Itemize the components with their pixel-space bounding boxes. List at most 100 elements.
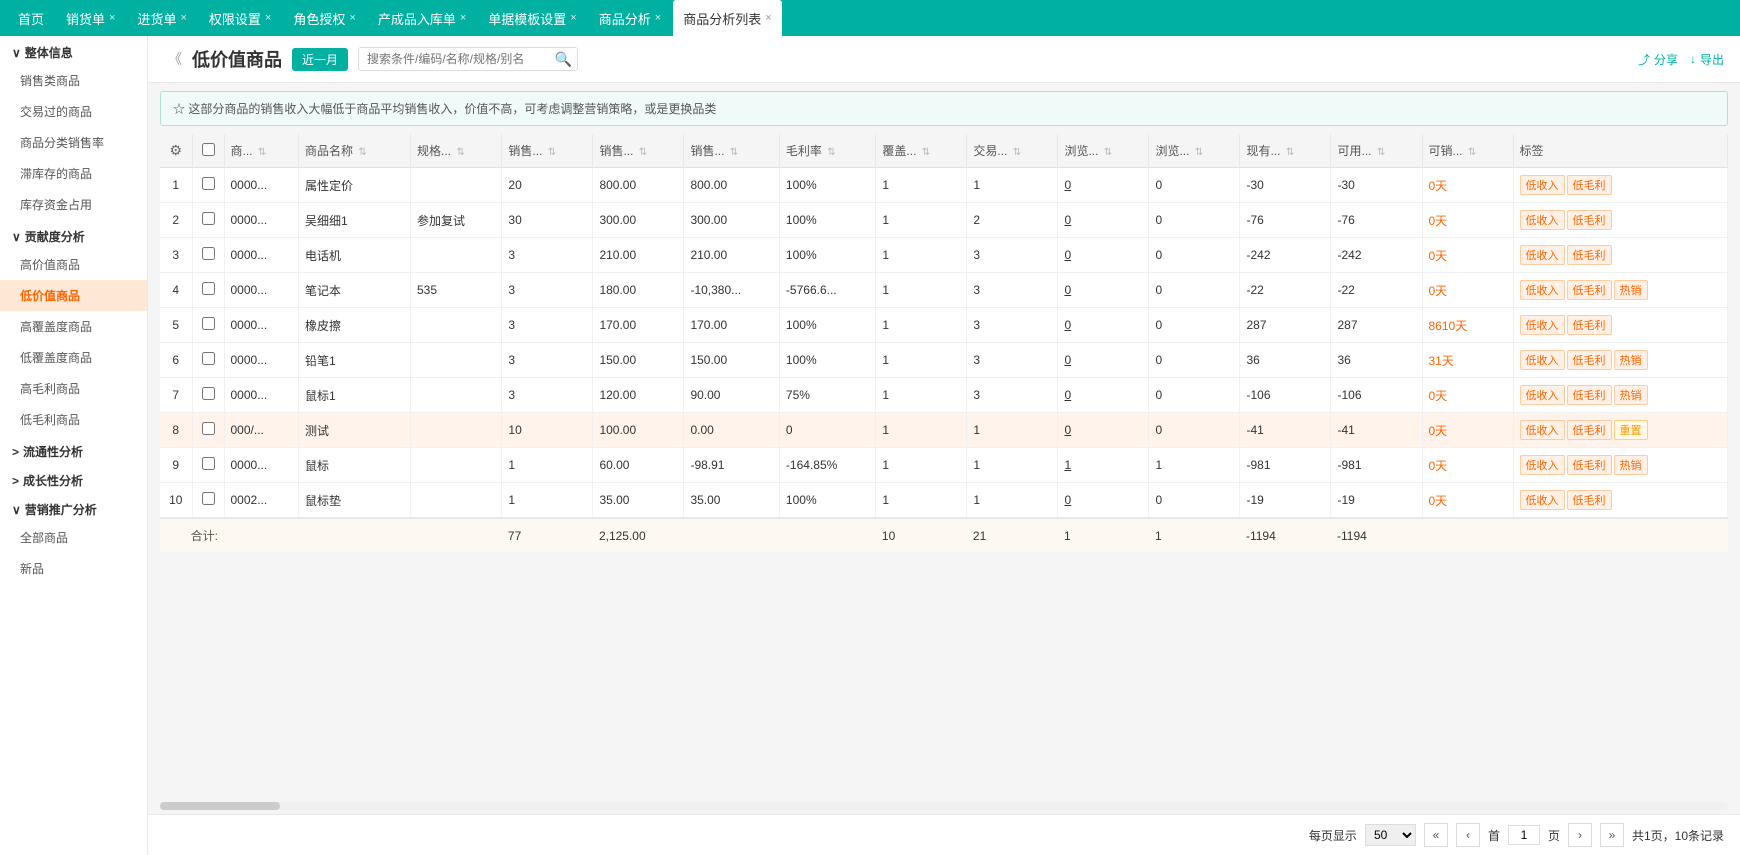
per-page-select[interactable]: 50 100 200 (1365, 824, 1416, 846)
row-view1[interactable]: 0 (1058, 343, 1149, 378)
next-page-button[interactable]: › (1568, 823, 1592, 847)
nav-purchase-order[interactable]: 进货单 × (127, 0, 196, 36)
view1-link[interactable]: 0 (1064, 353, 1071, 367)
row-name[interactable]: 鼠标垫 (298, 483, 410, 519)
nav-role-auth[interactable]: 角色授权 × (283, 0, 365, 36)
row-name[interactable]: 电话机 (298, 238, 410, 273)
nav-goods-analysis-list[interactable]: 商品分析列表 × (673, 0, 781, 36)
row-view1[interactable]: 1 (1058, 448, 1149, 483)
select-all-checkbox[interactable] (202, 143, 215, 156)
th-sale-qty[interactable]: 销售... ⇅ (502, 134, 593, 168)
view1-link[interactable]: 0 (1064, 248, 1071, 262)
row-checkbox[interactable] (202, 352, 215, 365)
sidebar-group-contribution[interactable]: ∨ 贡献度分析 (0, 220, 147, 249)
row-view1[interactable]: 0 (1058, 203, 1149, 238)
first-page-button[interactable]: « (1424, 823, 1448, 847)
row-name[interactable]: 属性定价 (298, 168, 410, 203)
row-name[interactable]: 测试 (298, 413, 410, 448)
search-button[interactable]: 🔍 (555, 51, 572, 68)
view1-link[interactable]: 0 (1064, 493, 1071, 507)
share-button[interactable]: ⤴ 分享 (1638, 51, 1678, 68)
sidebar-item-high-value[interactable]: 高价值商品 (0, 249, 147, 280)
close-icon[interactable]: × (349, 12, 355, 24)
row-checkbox[interactable] (202, 457, 215, 470)
view1-link[interactable]: 1 (1064, 458, 1071, 472)
row-checkbox[interactable] (202, 177, 215, 190)
row-name[interactable]: 橡皮擦 (298, 308, 410, 343)
th-current-stock[interactable]: 现有... ⇅ (1240, 134, 1331, 168)
close-icon[interactable]: × (570, 12, 576, 24)
export-button[interactable]: ↓ 导出 (1690, 51, 1724, 68)
th-available[interactable]: 可用... ⇅ (1331, 134, 1422, 168)
period-button[interactable]: 近一月 (292, 48, 348, 71)
th-saleable[interactable]: 可销... ⇅ (1422, 134, 1513, 168)
row-view1[interactable]: 0 (1058, 413, 1149, 448)
row-checkbox[interactable] (202, 212, 215, 225)
th-trade[interactable]: 交易... ⇅ (967, 134, 1058, 168)
sidebar-item-category-sales-rate[interactable]: 商品分类销售率 (0, 127, 147, 158)
row-name[interactable]: 吴细细1 (298, 203, 410, 238)
sidebar-item-new-goods[interactable]: 新品 (0, 553, 147, 584)
close-icon[interactable]: × (109, 12, 115, 24)
view1-link[interactable]: 0 (1064, 178, 1071, 192)
sidebar-group-growth[interactable]: > 成长性分析 (0, 464, 147, 493)
sidebar-item-sales-goods[interactable]: 销售类商品 (0, 65, 147, 96)
sidebar-item-high-margin[interactable]: 高毛利商品 (0, 373, 147, 404)
th-name[interactable]: 商品名称 ⇅ (298, 134, 410, 168)
sidebar-item-high-coverage[interactable]: 高覆盖度商品 (0, 311, 147, 342)
sidebar-collapse-icon[interactable]: 《 (168, 49, 182, 69)
page-number-input[interactable] (1508, 825, 1540, 845)
view1-link[interactable]: 0 (1064, 213, 1071, 227)
row-name[interactable]: 鼠标1 (298, 378, 410, 413)
nav-goods-analysis[interactable]: 商品分析 × (589, 0, 671, 36)
th-spec[interactable]: 规格... ⇅ (410, 134, 501, 168)
sidebar-item-stock-funds[interactable]: 库存资金占用 (0, 189, 147, 220)
nav-product-in[interactable]: 产成品入库单 × (368, 0, 476, 36)
row-checkbox[interactable] (202, 282, 215, 295)
search-input[interactable] (358, 47, 578, 71)
sidebar-item-low-value[interactable]: 低价值商品 (0, 280, 147, 311)
close-icon[interactable]: × (655, 12, 661, 24)
sidebar-item-slow-goods[interactable]: 滞库存的商品 (0, 158, 147, 189)
th-coverage[interactable]: 覆盖... ⇅ (876, 134, 967, 168)
view1-link[interactable]: 0 (1064, 318, 1071, 332)
th-view1[interactable]: 浏览... ⇅ (1058, 134, 1149, 168)
row-view1[interactable]: 0 (1058, 273, 1149, 308)
row-checkbox[interactable] (202, 492, 215, 505)
sidebar-item-low-margin[interactable]: 低毛利商品 (0, 404, 147, 435)
close-icon[interactable]: × (765, 12, 771, 24)
sidebar-item-all-goods[interactable]: 全部商品 (0, 522, 147, 553)
row-view1[interactable]: 0 (1058, 168, 1149, 203)
close-icon[interactable]: × (265, 12, 271, 24)
sidebar-item-traded-goods[interactable]: 交易过的商品 (0, 96, 147, 127)
nav-permissions[interactable]: 权限设置 × (199, 0, 281, 36)
sidebar-group-marketing[interactable]: ∨ 营销推广分析 (0, 493, 147, 522)
th-sale-amount[interactable]: 销售... ⇅ (684, 134, 779, 168)
row-view1[interactable]: 0 (1058, 378, 1149, 413)
th-view2[interactable]: 浏览... ⇅ (1149, 134, 1240, 168)
row-name[interactable]: 鼠标 (298, 448, 410, 483)
view1-link[interactable]: 0 (1064, 388, 1071, 402)
close-icon[interactable]: × (180, 12, 186, 24)
row-checkbox[interactable] (202, 247, 215, 260)
th-margin[interactable]: 毛利率 ⇅ (779, 134, 875, 168)
sidebar-group-overview[interactable]: ∨ 整体信息 (0, 36, 147, 65)
sidebar-item-low-coverage[interactable]: 低覆盖度商品 (0, 342, 147, 373)
close-icon[interactable]: × (460, 12, 466, 24)
row-checkbox[interactable] (202, 422, 215, 435)
row-checkbox[interactable] (202, 387, 215, 400)
row-view1[interactable]: 0 (1058, 483, 1149, 519)
row-checkbox[interactable] (202, 317, 215, 330)
scrollbar-thumb[interactable] (160, 802, 280, 810)
row-name[interactable]: 笔记本 (298, 273, 410, 308)
last-page-button[interactable]: » (1600, 823, 1624, 847)
th-code[interactable]: 商... ⇅ (224, 134, 298, 168)
gear-icon[interactable]: ⚙ (169, 142, 182, 158)
nav-sales-order[interactable]: 销货单 × (56, 0, 125, 36)
view1-link[interactable]: 0 (1064, 423, 1071, 437)
nav-home[interactable]: 首页 (8, 0, 54, 36)
sidebar-group-liquidity[interactable]: > 流通性分析 (0, 435, 147, 464)
row-view1[interactable]: 0 (1058, 308, 1149, 343)
row-name[interactable]: 铅笔1 (298, 343, 410, 378)
view1-link[interactable]: 0 (1064, 283, 1071, 297)
